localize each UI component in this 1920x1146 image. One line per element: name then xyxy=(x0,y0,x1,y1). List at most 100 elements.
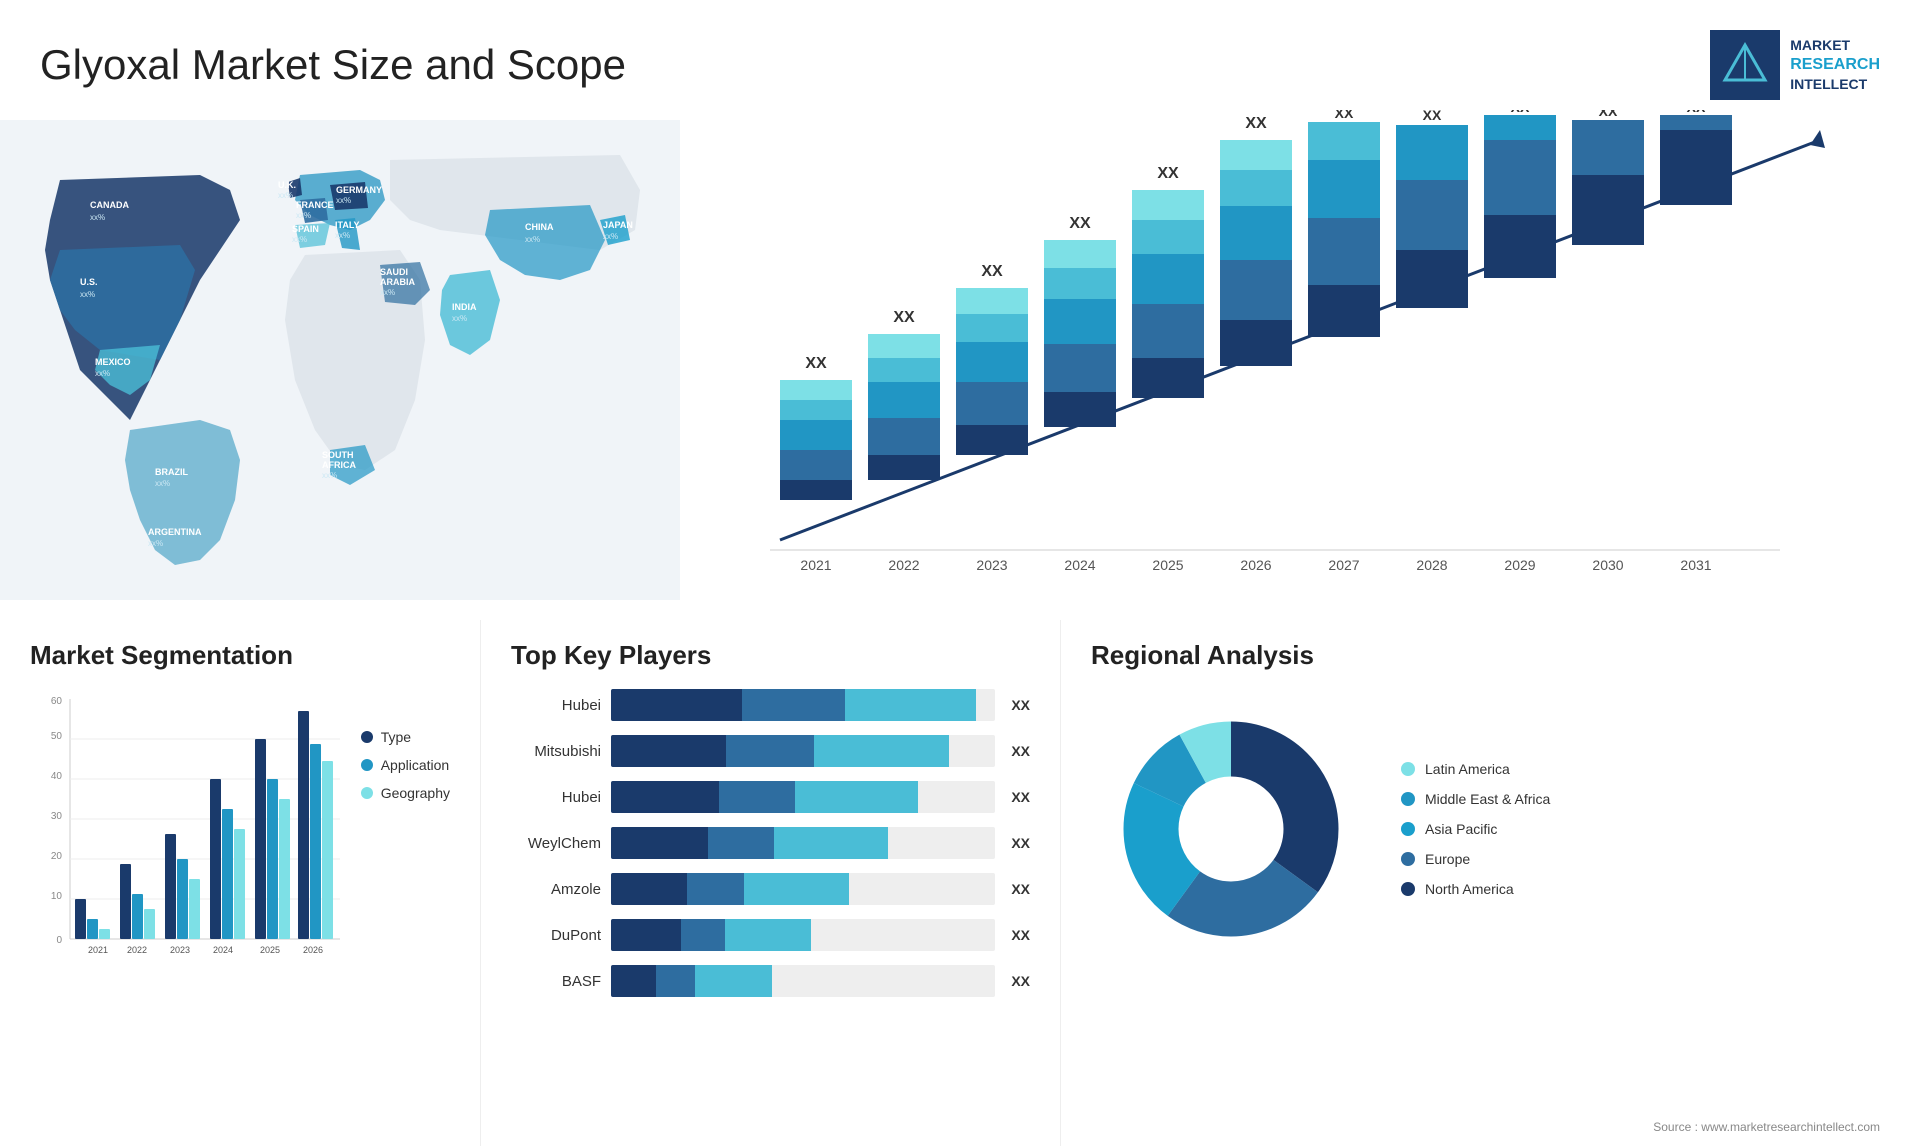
latin-america-label: Latin America xyxy=(1425,761,1510,777)
logo-icon xyxy=(1710,30,1780,100)
players-title: Top Key Players xyxy=(511,640,1030,671)
svg-text:xx%: xx% xyxy=(90,213,105,222)
asia-pacific-dot xyxy=(1401,822,1415,836)
svg-text:xx%: xx% xyxy=(292,235,307,244)
regional-legend: Latin America Middle East & Africa Asia … xyxy=(1401,761,1550,897)
svg-text:2022: 2022 xyxy=(888,557,919,573)
legend-item-type: Type xyxy=(361,729,450,745)
player-bar-amzole xyxy=(611,873,995,905)
svg-text:40: 40 xyxy=(51,771,63,782)
application-label: Application xyxy=(381,757,450,773)
application-dot xyxy=(361,759,373,771)
reg-legend-latin-america: Latin America xyxy=(1401,761,1550,777)
latin-america-dot xyxy=(1401,762,1415,776)
player-name-basf: BASF xyxy=(511,973,601,990)
svg-text:xx%: xx% xyxy=(155,479,170,488)
svg-text:2030: 2030 xyxy=(1592,557,1623,573)
svg-text:xx%: xx% xyxy=(296,211,311,220)
regional-section: Regional Analysis xyxy=(1060,620,1920,1146)
svg-text:30: 30 xyxy=(51,811,63,822)
growth-chart-svg: XX 2021 XX 2022 XX 2023 xyxy=(700,110,1880,610)
middle-east-dot xyxy=(1401,792,1415,806)
player-name-weylchem: WeylChem xyxy=(511,835,601,852)
player-bar-mitsubishi xyxy=(611,735,995,767)
europe-dot xyxy=(1401,852,1415,866)
segmentation-title: Market Segmentation xyxy=(30,640,450,671)
geography-dot xyxy=(361,787,373,799)
donut-svg xyxy=(1091,689,1371,969)
svg-text:2024: 2024 xyxy=(1064,557,1095,573)
player-bar-dupont xyxy=(611,919,995,951)
svg-text:2024: 2024 xyxy=(213,945,233,955)
svg-text:U.K.: U.K. xyxy=(278,180,296,190)
svg-text:10: 10 xyxy=(51,891,63,902)
header: Glyoxal Market Size and Scope MARKET RES… xyxy=(40,30,1880,100)
svg-text:20: 20 xyxy=(51,851,63,862)
svg-text:XX: XX xyxy=(1157,165,1179,182)
svg-text:XX: XX xyxy=(1069,215,1091,232)
player-bar-hubei1 xyxy=(611,689,995,721)
svg-text:XX: XX xyxy=(1511,110,1530,115)
logo-area: MARKET RESEARCH INTELLECT xyxy=(1710,30,1880,100)
svg-text:xx%: xx% xyxy=(322,471,337,480)
svg-text:XX: XX xyxy=(1599,110,1618,119)
svg-text:2021: 2021 xyxy=(88,945,108,955)
svg-text:ITALY: ITALY xyxy=(335,220,360,230)
middle-east-label: Middle East & Africa xyxy=(1425,791,1550,807)
svg-text:60: 60 xyxy=(51,696,63,707)
legend-item-geography: Geography xyxy=(361,785,450,801)
type-label: Type xyxy=(381,729,411,745)
svg-text:2031: 2031 xyxy=(1680,557,1711,573)
svg-text:2025: 2025 xyxy=(260,945,280,955)
svg-text:FRANCE: FRANCE xyxy=(296,200,334,210)
svg-text:CHINA: CHINA xyxy=(525,222,554,232)
svg-text:XX: XX xyxy=(1687,110,1706,115)
player-row-amzole: Amzole XX xyxy=(511,873,1030,905)
svg-text:ARABIA: ARABIA xyxy=(380,277,415,287)
svg-text:XX: XX xyxy=(893,309,915,326)
segmentation-section: Market Segmentation 0 10 20 30 40 50 60 xyxy=(0,620,480,1146)
player-row-hubei2: Hubei XX xyxy=(511,781,1030,813)
svg-text:U.S.: U.S. xyxy=(80,277,98,287)
svg-text:ARGENTINA: ARGENTINA xyxy=(148,527,202,537)
regional-title: Regional Analysis xyxy=(1091,640,1890,671)
svg-text:0: 0 xyxy=(56,935,62,946)
player-xx-mitsubishi: XX xyxy=(1011,743,1030,759)
donut-container: Latin America Middle East & Africa Asia … xyxy=(1091,689,1890,969)
svg-text:xx%: xx% xyxy=(603,232,618,241)
svg-text:SOUTH: SOUTH xyxy=(322,450,354,460)
svg-text:2023: 2023 xyxy=(170,945,190,955)
player-bar-hubei2 xyxy=(611,781,995,813)
player-xx-hubei2: XX xyxy=(1011,789,1030,805)
player-bar-weylchem xyxy=(611,827,995,859)
svg-text:XX: XX xyxy=(1335,110,1354,121)
player-name-amzole: Amzole xyxy=(511,881,601,898)
svg-text:XX: XX xyxy=(1423,110,1442,123)
svg-text:xx%: xx% xyxy=(525,235,540,244)
svg-text:XX: XX xyxy=(981,263,1003,280)
player-xx-dupont: XX xyxy=(1011,927,1030,943)
seg-bars-svg: 0 10 20 30 40 50 60 2021 xyxy=(30,689,350,989)
svg-text:2028: 2028 xyxy=(1416,557,1447,573)
segmentation-chart: 0 10 20 30 40 50 60 2021 xyxy=(30,689,450,1009)
growth-chart-section: XX 2021 XX 2022 XX 2023 xyxy=(700,110,1880,610)
svg-text:xx%: xx% xyxy=(278,191,293,200)
logo-text: MARKET RESEARCH INTELLECT xyxy=(1790,36,1880,93)
svg-text:GERMANY: GERMANY xyxy=(336,185,382,195)
svg-text:xx%: xx% xyxy=(148,539,163,548)
svg-text:CANADA: CANADA xyxy=(90,200,129,210)
svg-text:XX: XX xyxy=(1245,115,1267,132)
player-name-hubei1: Hubei xyxy=(511,697,601,714)
reg-legend-asia-pacific: Asia Pacific xyxy=(1401,821,1550,837)
player-row-dupont: DuPont XX xyxy=(511,919,1030,951)
svg-text:xx%: xx% xyxy=(80,290,95,299)
north-america-dot xyxy=(1401,882,1415,896)
svg-text:SAUDI: SAUDI xyxy=(380,267,408,277)
svg-text:xx%: xx% xyxy=(336,196,351,205)
player-bar-basf xyxy=(611,965,995,997)
player-xx-basf: XX xyxy=(1011,973,1030,989)
seg-legend: Type Application Geography xyxy=(361,729,450,801)
svg-text:xx%: xx% xyxy=(380,288,395,297)
svg-text:INDIA: INDIA xyxy=(452,302,477,312)
bottom-section: Market Segmentation 0 10 20 30 40 50 60 xyxy=(0,620,1920,1146)
